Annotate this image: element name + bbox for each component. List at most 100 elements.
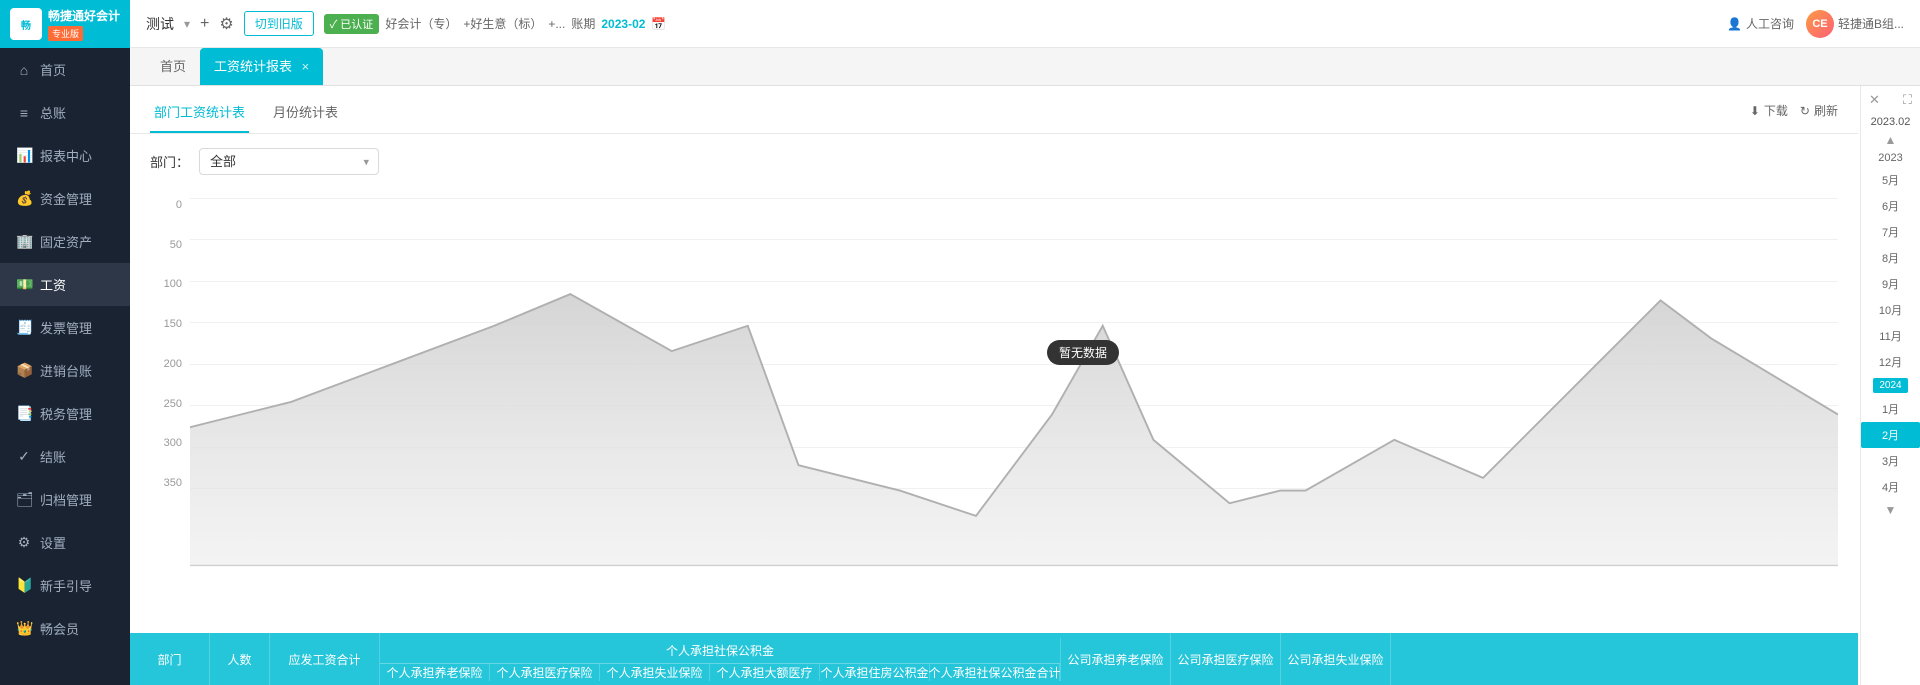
y-label-250: 250 bbox=[150, 398, 190, 410]
right-panel-close-button[interactable]: ✕ bbox=[1869, 92, 1880, 108]
subtab-dept[interactable]: 部门工资统计表 bbox=[150, 96, 249, 133]
col-dept: 部门 bbox=[130, 633, 210, 685]
right-panel: ✕ ⛶ 2023.02 ▲ 2023 5月 6月 7月 8月 9月 10月 11… bbox=[1860, 86, 1920, 685]
download-button[interactable]: ⬇ 下载 bbox=[1750, 102, 1788, 119]
month-year-list: ▲ 2023 5月 6月 7月 8月 9月 10月 11月 12月 2024 bbox=[1861, 130, 1920, 685]
tab-salary-report[interactable]: 工资统计报表 × bbox=[200, 48, 323, 85]
assets-icon: 🏢 bbox=[16, 233, 32, 250]
chart-svg bbox=[190, 199, 1838, 567]
month-2023-10[interactable]: 10月 bbox=[1861, 297, 1920, 323]
dept-filter-label: 部门： bbox=[150, 152, 189, 171]
month-2023-5[interactable]: 5月 bbox=[1861, 167, 1920, 193]
good-accounting-label: 好会计（专） bbox=[385, 15, 457, 32]
sidebar-item-invoice[interactable]: 🧾 发票管理 bbox=[0, 306, 130, 349]
refresh-icon: ↻ bbox=[1800, 104, 1810, 118]
col-personal-housing-fund: 个人承担住房公积金 bbox=[820, 664, 930, 681]
month-2023-12[interactable]: 12月 bbox=[1861, 349, 1920, 375]
archive-icon: 🗂 bbox=[16, 491, 32, 508]
month-2024-2[interactable]: 2月 bbox=[1861, 422, 1920, 448]
month-2024-4[interactable]: 4月 bbox=[1861, 474, 1920, 500]
sidebar-item-assets[interactable]: 🏢 固定资产 bbox=[0, 220, 130, 263]
month-2023-8[interactable]: 8月 bbox=[1861, 245, 1920, 271]
dept-filter-wrapper: 全部 财务部 销售部 技术部 人事部 ▾ bbox=[199, 148, 379, 175]
month-2024-3[interactable]: 3月 bbox=[1861, 448, 1920, 474]
sidebar-item-home[interactable]: ⌂ 首页 bbox=[0, 48, 130, 91]
sidebar-item-salary[interactable]: 💵 工资 bbox=[0, 263, 130, 306]
month-2023-9[interactable]: 9月 bbox=[1861, 271, 1920, 297]
col-company-pension: 公司承担养老保险 bbox=[1061, 633, 1171, 685]
user-profile-button[interactable]: CE 轻捷通B组... bbox=[1806, 10, 1904, 38]
purchase-icon: 📦 bbox=[16, 362, 32, 379]
content-area: 部门工资统计表 月份统计表 ⬇ 下载 ↻ 刷新 bbox=[130, 86, 1920, 685]
col-personal-medical: 个人承担医疗保险 bbox=[490, 664, 600, 681]
settings-icon: ⚙ bbox=[16, 534, 32, 551]
sidebar-item-funds[interactable]: 💰 资金管理 bbox=[0, 177, 130, 220]
panel-chevron-down[interactable]: ▼ bbox=[1861, 500, 1920, 519]
year-2023-section: 2023 5月 6月 7月 8月 9月 10月 11月 12月 bbox=[1861, 149, 1920, 375]
month-2024-1[interactable]: 1月 bbox=[1861, 396, 1920, 422]
month-2023-11[interactable]: 11月 bbox=[1861, 323, 1920, 349]
group-personal-cols: 个人承担养老保险 个人承担医疗保险 个人承担失业保险 个人承担大额医疗 个人承担 bbox=[380, 664, 1060, 681]
sidebar-item-vip[interactable]: 👑 畅会员 bbox=[0, 607, 130, 650]
calendar-icon[interactable]: 📅 bbox=[651, 17, 666, 31]
topbar-settings-button[interactable]: ⚙ bbox=[219, 14, 233, 34]
y-label-100: 100 bbox=[150, 278, 190, 290]
month-2023-6[interactable]: 6月 bbox=[1861, 193, 1920, 219]
tab-home[interactable]: 首页 bbox=[146, 48, 200, 85]
topbar-dropdown-arrow[interactable]: ▾ bbox=[184, 17, 190, 31]
logo-text: 畅捷通好会计 专业版 bbox=[48, 7, 120, 41]
sidebar-item-settings[interactable]: ⚙ 设置 bbox=[0, 521, 130, 564]
col-personal-pension: 个人承担养老保险 bbox=[380, 664, 490, 681]
col-company-unemployment: 公司承担失业保险 bbox=[1281, 633, 1391, 685]
switch-version-button[interactable]: 切到旧版 bbox=[244, 11, 314, 36]
period-value: 2023-02 bbox=[601, 17, 645, 31]
logo-icon: 畅 bbox=[10, 8, 42, 40]
download-icon: ⬇ bbox=[1750, 104, 1760, 118]
sidebar-item-purchase[interactable]: 📦 进销台账 bbox=[0, 349, 130, 392]
chart-main: 暂无数据 bbox=[190, 199, 1838, 519]
sidebar-item-archive[interactable]: 🗂 归档管理 bbox=[0, 478, 130, 521]
refresh-button[interactable]: ↻ 刷新 bbox=[1800, 102, 1838, 119]
user-service-button[interactable]: 👤 人工咨询 bbox=[1727, 15, 1794, 32]
home-icon: ⌂ bbox=[16, 62, 32, 78]
tax-icon: 📑 bbox=[16, 405, 32, 422]
col-personal-unemployment: 个人承担失业保险 bbox=[600, 664, 710, 681]
panel-chevron-up[interactable]: ▲ bbox=[1861, 130, 1920, 149]
certified-badge: ✓ 已认证 bbox=[324, 14, 380, 34]
year-2024-badge: 2024 bbox=[1873, 378, 1907, 393]
good-business-label: +好生意（标） bbox=[463, 15, 542, 32]
col-salary: 应发工资合计 bbox=[270, 633, 380, 685]
chart-container: 350 300 250 200 150 100 50 0 bbox=[150, 199, 1838, 519]
content-wrapper: 部门工资统计表 月份统计表 ⬇ 下载 ↻ 刷新 bbox=[130, 86, 1858, 685]
y-label-50: 50 bbox=[150, 239, 190, 251]
sidebar-item-guide[interactable]: 🔰 新手引导 bbox=[0, 564, 130, 607]
funds-icon: 💰 bbox=[16, 190, 32, 207]
subtab-bar: 部门工资统计表 月份统计表 ⬇ 下载 ↻ 刷新 bbox=[130, 86, 1858, 134]
topbar-add-button[interactable]: + bbox=[200, 15, 209, 33]
subtab-actions: ⬇ 下载 ↻ 刷新 bbox=[1750, 102, 1838, 127]
dept-filter-select[interactable]: 全部 财务部 销售部 技术部 人事部 bbox=[199, 148, 379, 175]
group-personal-insurance: 个人承担社保公积金 个人承担养老保险 个人承担医疗保险 个人承担失业保险 个人承… bbox=[380, 638, 1061, 681]
service-icon: 👤 bbox=[1727, 17, 1742, 31]
main-area: 测试 ▾ + ⚙ 切到旧版 ✓ 已认证 好会计（专） +好生意（标） +... … bbox=[130, 0, 1920, 685]
right-panel-expand-button[interactable]: ⛶ bbox=[1903, 92, 1912, 108]
tab-close-button[interactable]: × bbox=[302, 59, 310, 74]
col-personal-major-medical: 个人承担大额医疗 bbox=[710, 664, 820, 681]
sidebar-logo: 畅 畅捷通好会计 专业版 bbox=[0, 0, 130, 48]
right-panel-controls: ✕ ⛶ bbox=[1861, 86, 1920, 114]
sidebar-item-tax[interactable]: 📑 税务管理 bbox=[0, 392, 130, 435]
y-label-350: 350 bbox=[150, 477, 190, 489]
sidebar-item-reports[interactable]: 📊 报表中心 bbox=[0, 134, 130, 177]
filter-row: 部门： 全部 财务部 销售部 技术部 人事部 ▾ bbox=[130, 134, 1858, 189]
ledger-icon: ≡ bbox=[16, 105, 32, 121]
month-2023-7[interactable]: 7月 bbox=[1861, 219, 1920, 245]
salary-icon: 💵 bbox=[16, 276, 32, 293]
guide-icon: 🔰 bbox=[16, 577, 32, 594]
reports-icon: 📊 bbox=[16, 147, 32, 164]
sidebar-item-ledger[interactable]: ≡ 总账 bbox=[0, 91, 130, 134]
sidebar: 畅 畅捷通好会计 专业版 ⌂ 首页 ≡ 总账 📊 报表中心 💰 资金管理 🏢 固… bbox=[0, 0, 130, 685]
col-company-medical: 公司承担医疗保险 bbox=[1171, 633, 1281, 685]
sidebar-item-checkout[interactable]: ✓ 结账 bbox=[0, 435, 130, 478]
topbar-status: ✓ 已认证 好会计（专） +好生意（标） +... 账期 2023-02 📅 bbox=[324, 14, 667, 34]
subtab-monthly[interactable]: 月份统计表 bbox=[269, 96, 342, 133]
